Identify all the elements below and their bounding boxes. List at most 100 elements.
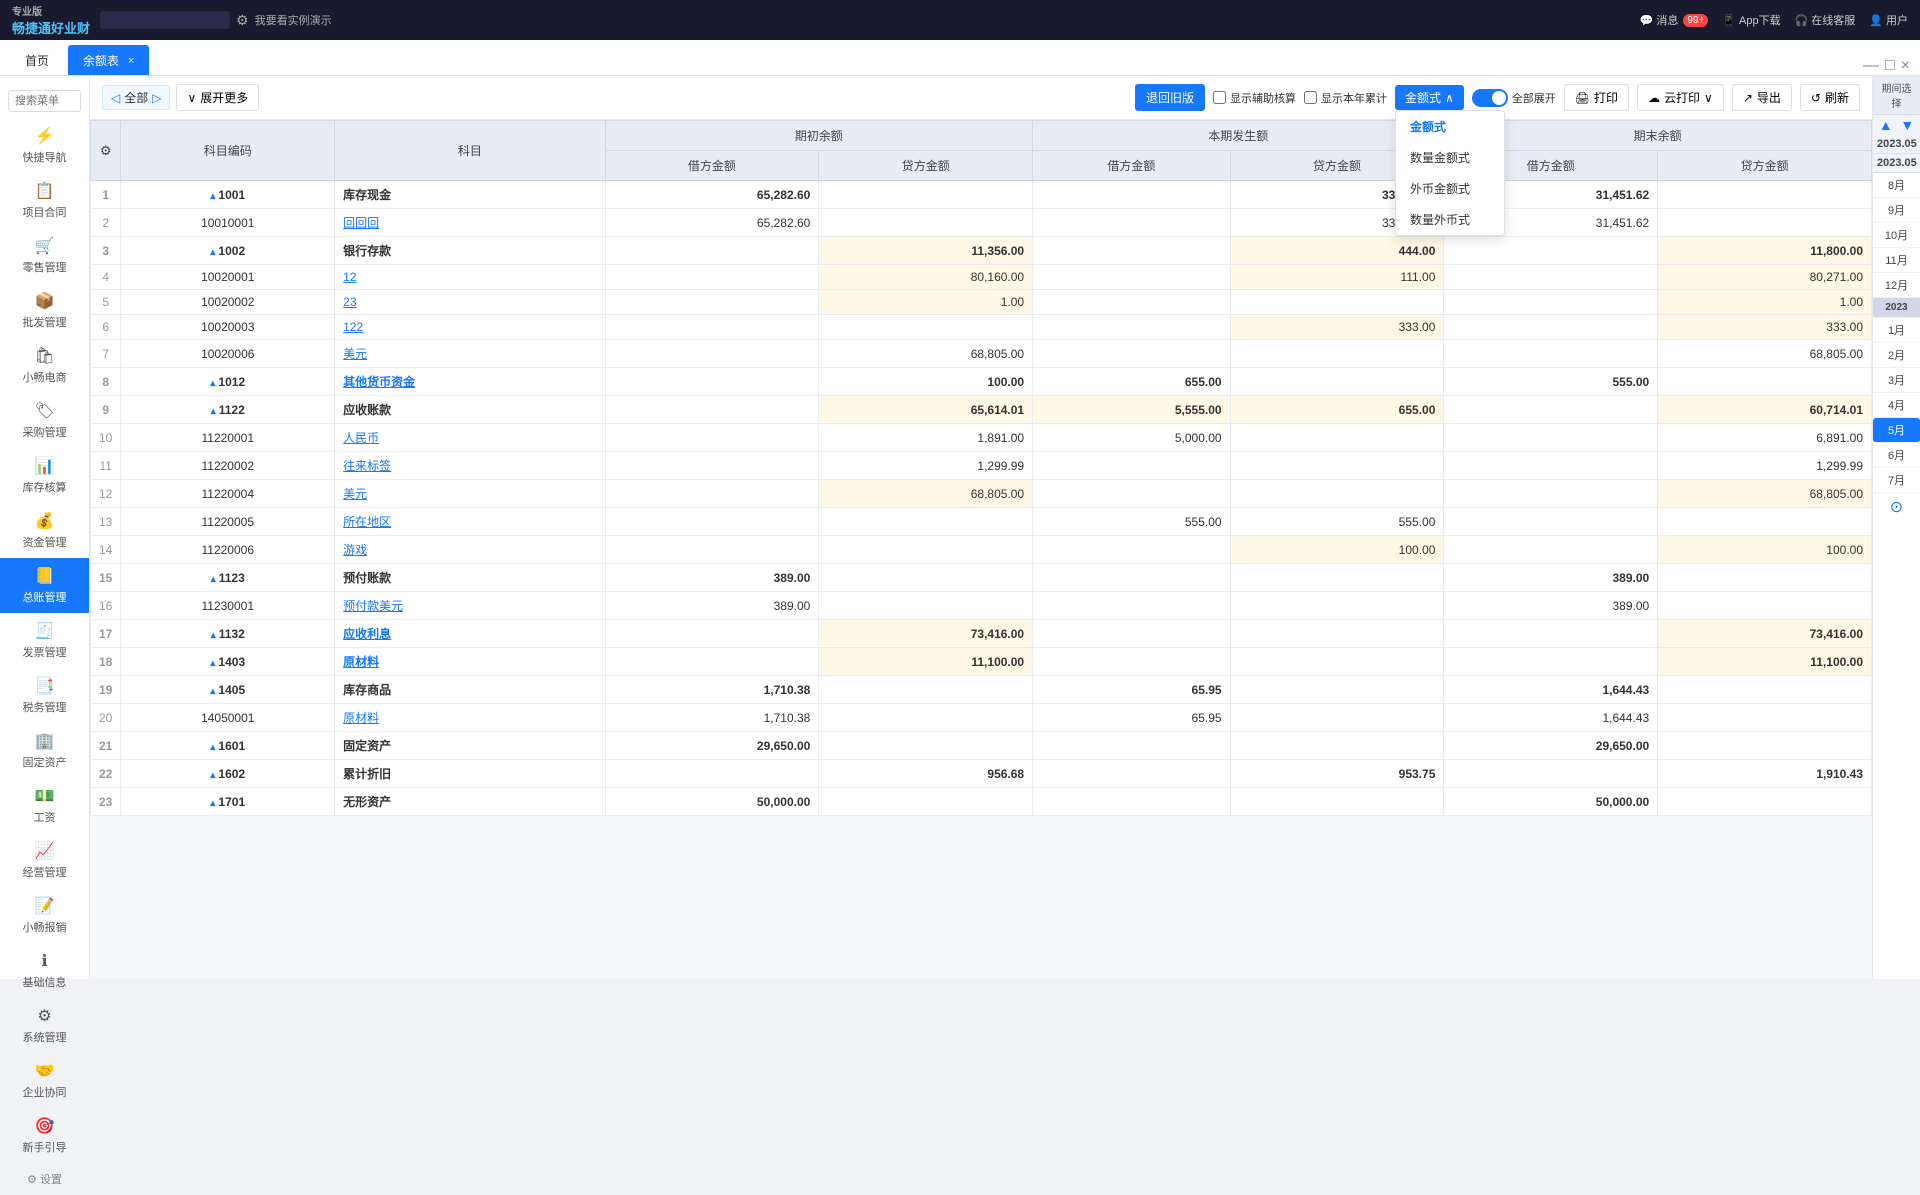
collapse-icon[interactable]: ▴ (210, 686, 215, 697)
period-up-btn[interactable]: ▲ (1879, 117, 1893, 133)
account-name-cell[interactable]: 应收利息 (335, 620, 605, 648)
period-year-2023[interactable]: 2023 (1873, 298, 1920, 318)
demo-link[interactable]: 我要看实例演示 (255, 12, 332, 28)
account-code-cell[interactable]: ▴1123 (121, 564, 335, 592)
account-name-link[interactable]: 人民币 (343, 431, 379, 445)
account-name-cell[interactable]: 12 (335, 265, 605, 290)
sidebar-item-basic[interactable]: ℹ 基础信息 (0, 943, 89, 998)
account-name-link[interactable]: 预付款美元 (343, 599, 403, 613)
period-collapse-btn[interactable]: ⊙ (1873, 493, 1920, 521)
account-name-link[interactable]: 回回回 (343, 216, 379, 230)
period-year-end[interactable]: 2023.05 (1873, 154, 1920, 173)
format-option-foreign[interactable]: 外币金额式 (1396, 173, 1504, 204)
account-name-link[interactable]: 所在地区 (343, 515, 391, 529)
period-month-10[interactable]: 10月 (1873, 223, 1920, 248)
collapse-icon[interactable]: ▴ (211, 630, 216, 641)
account-code-cell[interactable]: ▴1403 (121, 648, 335, 676)
sidebar-item-operations[interactable]: 📈 经营管理 (0, 833, 89, 888)
breadcrumb-left-arrow[interactable]: ◁ (111, 91, 120, 105)
sidebar-item-ledger[interactable]: 📒 总账管理 (0, 558, 89, 613)
sidebar-item-sales-report[interactable]: 📝 小畅报销 (0, 888, 89, 943)
account-name-link[interactable]: 其他货币资金 (343, 375, 415, 389)
account-name-cell[interactable]: 预付款美元 (335, 592, 605, 620)
format-option-qty-amount[interactable]: 数量金额式 (1396, 142, 1504, 173)
period-month-2[interactable]: 2月 (1873, 343, 1920, 368)
window-minimize-btn[interactable]: — (1863, 57, 1879, 75)
period-month-6[interactable]: 6月 (1873, 443, 1920, 468)
period-month-12[interactable]: 12月 (1873, 273, 1920, 298)
message-btn[interactable]: 💬 消息 99+ (1640, 12, 1709, 28)
format-dropdown-btn[interactable]: 金额式 ∧ (1395, 85, 1464, 110)
sidebar-item-fixed[interactable]: 🏢 固定资产 (0, 723, 89, 778)
account-name-link[interactable]: 12 (343, 270, 356, 284)
sidebar-item-wholesale[interactable]: 📦 批发管理 (0, 283, 89, 338)
tab-balance[interactable]: 余额表 × (68, 45, 149, 75)
sidebar-item-payroll[interactable]: 💵 工资 (0, 778, 89, 833)
sidebar-item-quick-nav[interactable]: ⚡ 快捷导航 (0, 118, 89, 173)
show-auxiliary-checkbox[interactable]: 显示辅助核算 (1213, 90, 1296, 106)
sidebar-item-retail[interactable]: 🛒 零售管理 (0, 228, 89, 283)
tab-close-icon[interactable]: × (128, 55, 134, 67)
account-name-cell[interactable]: 原材料 (335, 704, 605, 732)
account-name-link[interactable]: 游戏 (343, 543, 367, 557)
export-btn[interactable]: ↗ 导出 (1732, 84, 1792, 111)
account-name-link[interactable]: 美元 (343, 487, 367, 501)
account-code-cell[interactable]: ▴1122 (121, 396, 335, 424)
collapse-icon[interactable]: ▴ (210, 191, 215, 202)
year-total-checkbox-input[interactable] (1304, 91, 1317, 104)
account-name-cell[interactable]: 其他货币资金 (335, 368, 605, 396)
print-btn[interactable]: 🖨 打印 (1564, 84, 1629, 111)
collapse-icon[interactable]: ▴ (210, 247, 215, 258)
period-month-8[interactable]: 8月 (1873, 173, 1920, 198)
user-avatar[interactable]: 👤 用户 (1869, 12, 1908, 28)
account-name-link[interactable]: 23 (343, 295, 356, 309)
online-service-btn[interactable]: 🎧 在线客服 (1795, 12, 1856, 28)
collapse-icon[interactable]: ▴ (210, 798, 215, 809)
account-code-cell[interactable]: ▴1012 (121, 368, 335, 396)
nav-settings[interactable]: ⚙ (236, 12, 249, 29)
expand-more-btn[interactable]: ∨ 展开更多 (176, 84, 259, 111)
collapse-icon[interactable]: ▴ (210, 742, 215, 753)
collapse-icon[interactable]: ▴ (211, 574, 216, 585)
account-code-cell[interactable]: ▴1132 (121, 620, 335, 648)
sidebar-item-cooperation[interactable]: 🤝 企业协同 (0, 1053, 89, 1108)
sidebar-item-capital[interactable]: 💰 资金管理 (0, 503, 89, 558)
period-month-4[interactable]: 4月 (1873, 393, 1920, 418)
period-month-5[interactable]: 5月 (1873, 418, 1920, 443)
app-download-btn[interactable]: 📱 App下载 (1722, 12, 1780, 28)
show-year-total-checkbox[interactable]: 显示本年累计 (1304, 90, 1387, 106)
account-name-cell[interactable]: 回回回 (335, 209, 605, 237)
account-name-link[interactable]: 原材料 (343, 655, 379, 669)
account-code-cell[interactable]: ▴1601 (121, 732, 335, 760)
account-code-cell[interactable]: ▴1405 (121, 676, 335, 704)
account-code-cell[interactable]: ▴1001 (121, 181, 335, 209)
collapse-icon[interactable]: ▴ (211, 406, 216, 417)
collapse-icon[interactable]: ▴ (210, 770, 215, 781)
refresh-btn[interactable]: ↺ 刷新 (1800, 84, 1860, 111)
account-name-link[interactable]: 往来标签 (343, 459, 391, 473)
account-name-link[interactable]: 原材料 (343, 711, 379, 725)
account-name-cell[interactable]: 122 (335, 315, 605, 340)
sidebar-search-input[interactable] (8, 90, 81, 112)
period-down-btn[interactable]: ▼ (1900, 117, 1914, 133)
nav-input[interactable] (100, 11, 230, 29)
account-name-cell[interactable]: 23 (335, 290, 605, 315)
sidebar-item-purchase[interactable]: 🏷 采购管理 (0, 393, 89, 448)
period-month-1[interactable]: 1月 (1873, 318, 1920, 343)
period-month-11[interactable]: 11月 (1873, 248, 1920, 273)
tab-home[interactable]: 首页 (10, 45, 64, 75)
sidebar-item-invoice[interactable]: 🧾 发票管理 (0, 613, 89, 668)
period-year-start[interactable]: 2023.05 (1873, 135, 1920, 154)
window-close-btn[interactable]: × (1901, 57, 1910, 75)
toggle-input[interactable] (1472, 89, 1508, 107)
cloud-print-btn[interactable]: ☁ 云打印 ∨ (1637, 84, 1724, 111)
sidebar-settings-btn[interactable]: ⚙ 设置 (0, 1163, 89, 1195)
auxiliary-checkbox-input[interactable] (1213, 91, 1226, 104)
window-maximize-btn[interactable]: □ (1885, 57, 1895, 75)
format-option-qty-foreign[interactable]: 数量外币式 (1396, 204, 1504, 235)
collapse-icon[interactable]: ▴ (210, 658, 215, 669)
sidebar-item-tax[interactable]: 📑 税务管理 (0, 668, 89, 723)
account-code-cell[interactable]: ▴1701 (121, 788, 335, 816)
account-name-link[interactable]: 美元 (343, 347, 367, 361)
account-name-link[interactable]: 122 (343, 320, 363, 334)
